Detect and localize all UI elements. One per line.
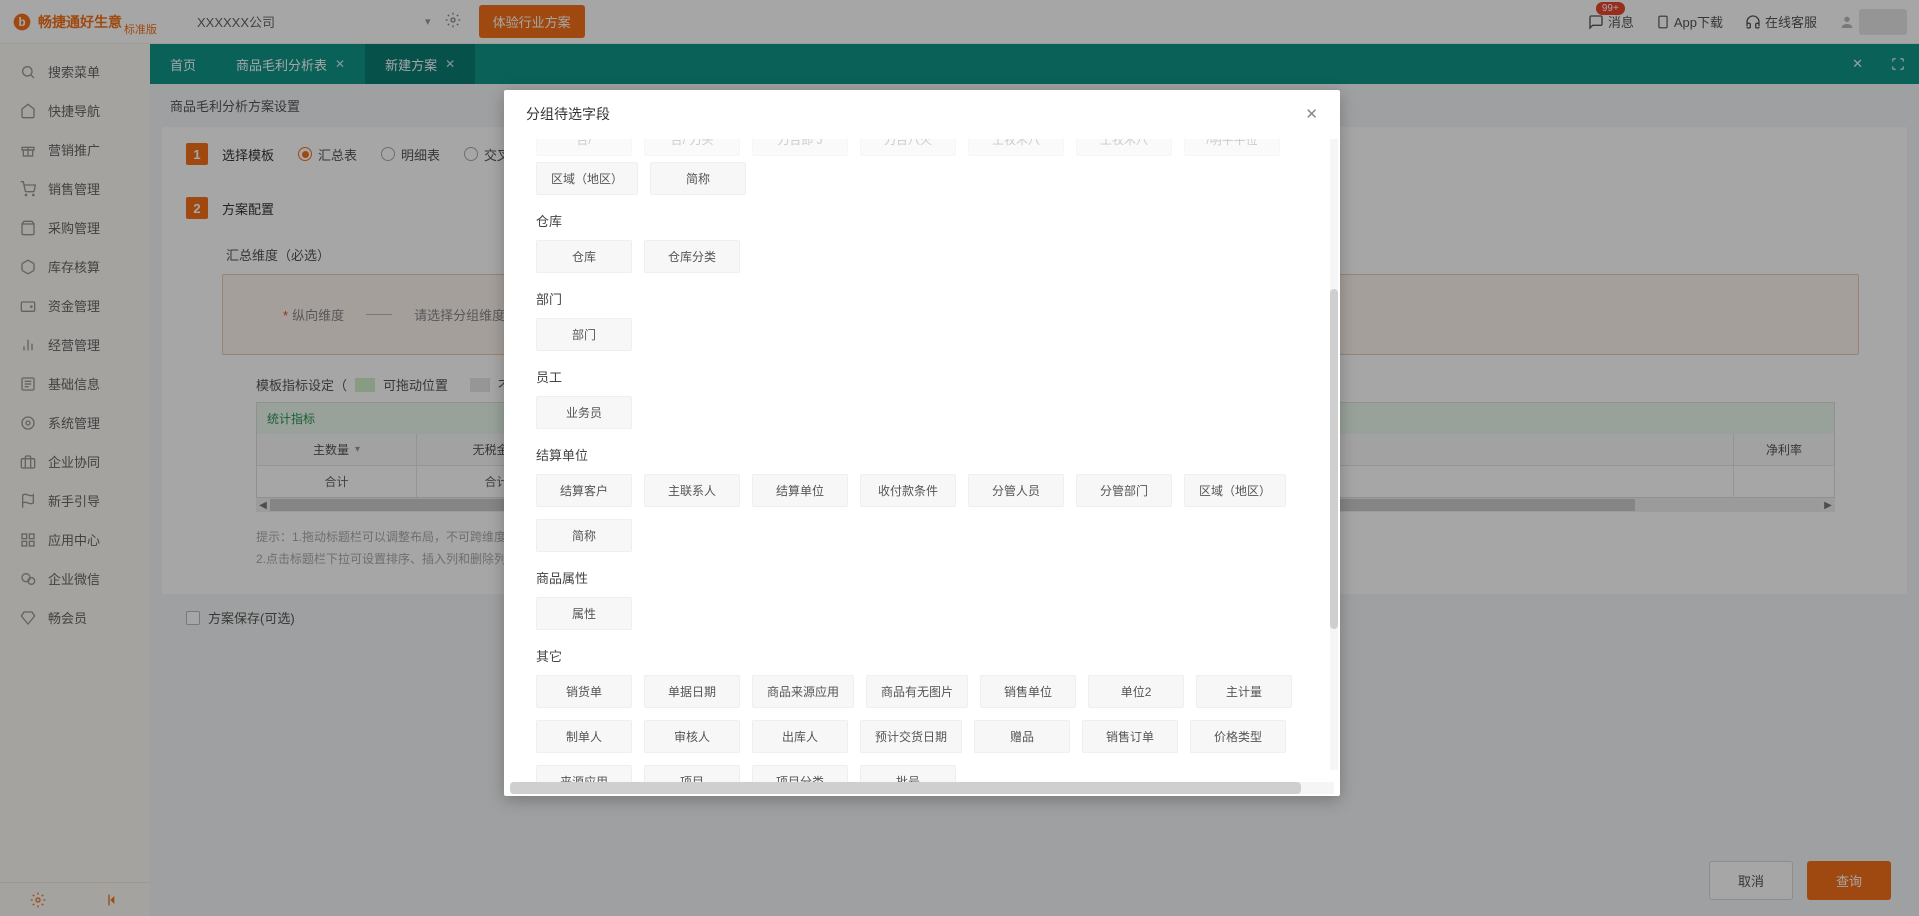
field-tag[interactable]: 项目 <box>644 765 740 782</box>
modal-title: 分组待选字段 <box>526 104 610 124</box>
field-tag[interactable]: 刀台即 J <box>752 139 848 156</box>
field-tag[interactable]: 部门 <box>536 318 632 351</box>
group-title: 商品属性 <box>536 568 1332 587</box>
field-tag[interactable]: 简称 <box>650 162 746 195</box>
field-tag[interactable]: 价格类型 <box>1190 720 1286 753</box>
modal-body: 台/ 台/ 刀头 刀台即 J 刀台八火 土牧术八 土牧术八 /明平平位 区域（地… <box>504 139 1340 782</box>
tag-row: 结算客户主联系人结算单位收付款条件分管人员分管部门区域（地区） 简称 <box>536 474 1332 552</box>
group-title: 员工 <box>536 367 1332 386</box>
modal-hscroll[interactable] <box>510 782 1334 794</box>
field-tag[interactable]: 区域（地区） <box>536 162 638 195</box>
partial-top-row: 台/ 台/ 刀头 刀台即 J 刀台八火 土牧术八 土牧术八 /明平平位 <box>536 139 1332 156</box>
tag-row: 业务员 <box>536 396 1332 429</box>
field-tag[interactable]: 出库人 <box>752 720 848 753</box>
field-tag[interactable]: 业务员 <box>536 396 632 429</box>
field-tag[interactable]: 主联系人 <box>644 474 740 507</box>
top-row-2: 区域（地区） 简称 <box>536 162 1332 195</box>
group-title: 其它 <box>536 646 1332 665</box>
field-tag[interactable]: 项目分类 <box>752 765 848 782</box>
field-tag[interactable]: 商品有无图片 <box>866 675 968 708</box>
field-tag[interactable]: 结算单位 <box>752 474 848 507</box>
field-tag[interactable]: 台/ <box>536 139 632 156</box>
field-tag[interactable]: 审核人 <box>644 720 740 753</box>
field-tag[interactable]: 仓库分类 <box>644 240 740 273</box>
field-tag[interactable]: 土牧术八 <box>1076 139 1172 156</box>
field-tag[interactable]: 预计交货日期 <box>860 720 962 753</box>
field-tag[interactable]: 赠品 <box>974 720 1070 753</box>
field-tag[interactable]: 来源应用 <box>536 765 632 782</box>
field-tag[interactable]: /明平平位 <box>1184 139 1280 156</box>
field-tag[interactable]: 制单人 <box>536 720 632 753</box>
field-tag[interactable]: 刀台八火 <box>860 139 956 156</box>
group-title: 仓库 <box>536 211 1332 230</box>
field-tag[interactable]: 简称 <box>536 519 632 552</box>
group-title: 结算单位 <box>536 445 1332 464</box>
field-tag[interactable]: 销货单 <box>536 675 632 708</box>
modal-header: 分组待选字段 ✕ <box>504 90 1340 139</box>
field-tag[interactable]: 土牧术八 <box>968 139 1064 156</box>
field-tag[interactable]: 销售单位 <box>980 675 1076 708</box>
field-tag[interactable]: 区域（地区） <box>1184 474 1286 507</box>
tag-row: 销货单单据日期商品来源应用商品有无图片销售单位单位2 主计量制单人审核人出库人预计… <box>536 675 1332 782</box>
field-tag[interactable]: 主计量 <box>1196 675 1292 708</box>
field-tag[interactable]: 结算客户 <box>536 474 632 507</box>
field-tag[interactable]: 单位2 <box>1088 675 1184 708</box>
field-tag[interactable]: 单据日期 <box>644 675 740 708</box>
field-tag[interactable]: 商品来源应用 <box>752 675 854 708</box>
tag-row: 仓库仓库分类 <box>536 240 1332 273</box>
field-tag[interactable]: 收付款条件 <box>860 474 956 507</box>
tag-row: 属性 <box>536 597 1332 630</box>
group-title: 部门 <box>536 289 1332 308</box>
field-tag[interactable]: 批号 <box>860 765 956 782</box>
field-tag[interactable]: 仓库 <box>536 240 632 273</box>
field-tag[interactable]: 台/ 刀头 <box>644 139 740 156</box>
tag-row: 部门 <box>536 318 1332 351</box>
field-tag[interactable]: 分管人员 <box>968 474 1064 507</box>
field-tag[interactable]: 分管部门 <box>1076 474 1172 507</box>
field-tag[interactable]: 销售订单 <box>1082 720 1178 753</box>
modal-vscroll[interactable] <box>1330 139 1338 770</box>
field-tag[interactable]: 属性 <box>536 597 632 630</box>
field-picker-modal: 分组待选字段 ✕ 台/ 台/ 刀头 刀台即 J 刀台八火 土牧术八 土牧术八 /… <box>504 90 1340 796</box>
modal-close-icon[interactable]: ✕ <box>1305 105 1318 123</box>
